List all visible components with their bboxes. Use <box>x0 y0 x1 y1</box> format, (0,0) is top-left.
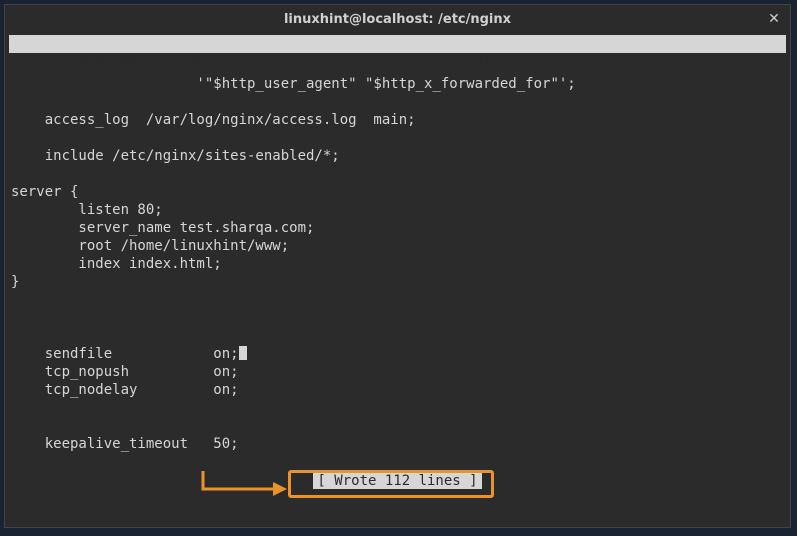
nano-header-spacer <box>198 54 367 70</box>
editor-line: include /etc/nginx/sites-enabled/*; <box>11 147 784 165</box>
editor-line <box>11 93 784 111</box>
close-icon[interactable]: ✕ <box>764 9 784 29</box>
editor-line: listen 80; <box>11 201 784 219</box>
cursor <box>239 346 247 360</box>
status-message: [ Wrote 112 lines ] <box>313 473 481 489</box>
editor-line: tcp_nodelay on; <box>11 381 784 399</box>
editor-line: sendfile on; <box>11 345 784 363</box>
editor-line: root /home/linuxhint/www; <box>11 237 784 255</box>
editor-line <box>11 399 784 417</box>
editor-line: '"$http_user_agent" "$http_x_forwarded_f… <box>11 75 784 93</box>
editor-line: access_log /var/log/nginx/access.log mai… <box>11 111 784 129</box>
editor-line: } <box>11 273 784 291</box>
editor-line: keepalive_timeout 50; <box>11 435 784 453</box>
nano-filename: /etc/nginx/nginx.conf <box>367 54 544 70</box>
nano-header: GNU nano 2.9.8 /etc/nginx/nginx.conf <box>9 35 786 53</box>
shortcut-bar: ^GGet Help^OWrite Out^WWhere Is^KCut Tex… <box>9 491 786 527</box>
status-line: [ Wrote 112 lines ] <box>5 473 790 489</box>
editor-line: server { <box>11 183 784 201</box>
editor-line <box>11 417 784 435</box>
editor-line <box>11 291 784 309</box>
editor-line: index index.html; <box>11 255 784 273</box>
titlebar: linuxhint@localhost: /etc/nginx ✕ <box>5 5 790 33</box>
editor-line: tcp_nopush on; <box>11 363 784 381</box>
editor-line <box>11 309 784 327</box>
editor-line <box>11 129 784 147</box>
editor-line <box>11 327 784 345</box>
editor-line: server_name test.sharqa.com; <box>11 219 784 237</box>
terminal-area[interactable]: GNU nano 2.9.8 /etc/nginx/nginx.conf '"$… <box>5 33 790 527</box>
nano-version: GNU nano 2.9.8 <box>64 54 199 70</box>
terminal-window: linuxhint@localhost: /etc/nginx ✕ GNU na… <box>4 4 791 528</box>
editor-body[interactable]: '"$http_user_agent" "$http_x_forwarded_f… <box>5 53 790 453</box>
window-title: linuxhint@localhost: /etc/nginx <box>284 12 511 27</box>
editor-line <box>11 165 784 183</box>
